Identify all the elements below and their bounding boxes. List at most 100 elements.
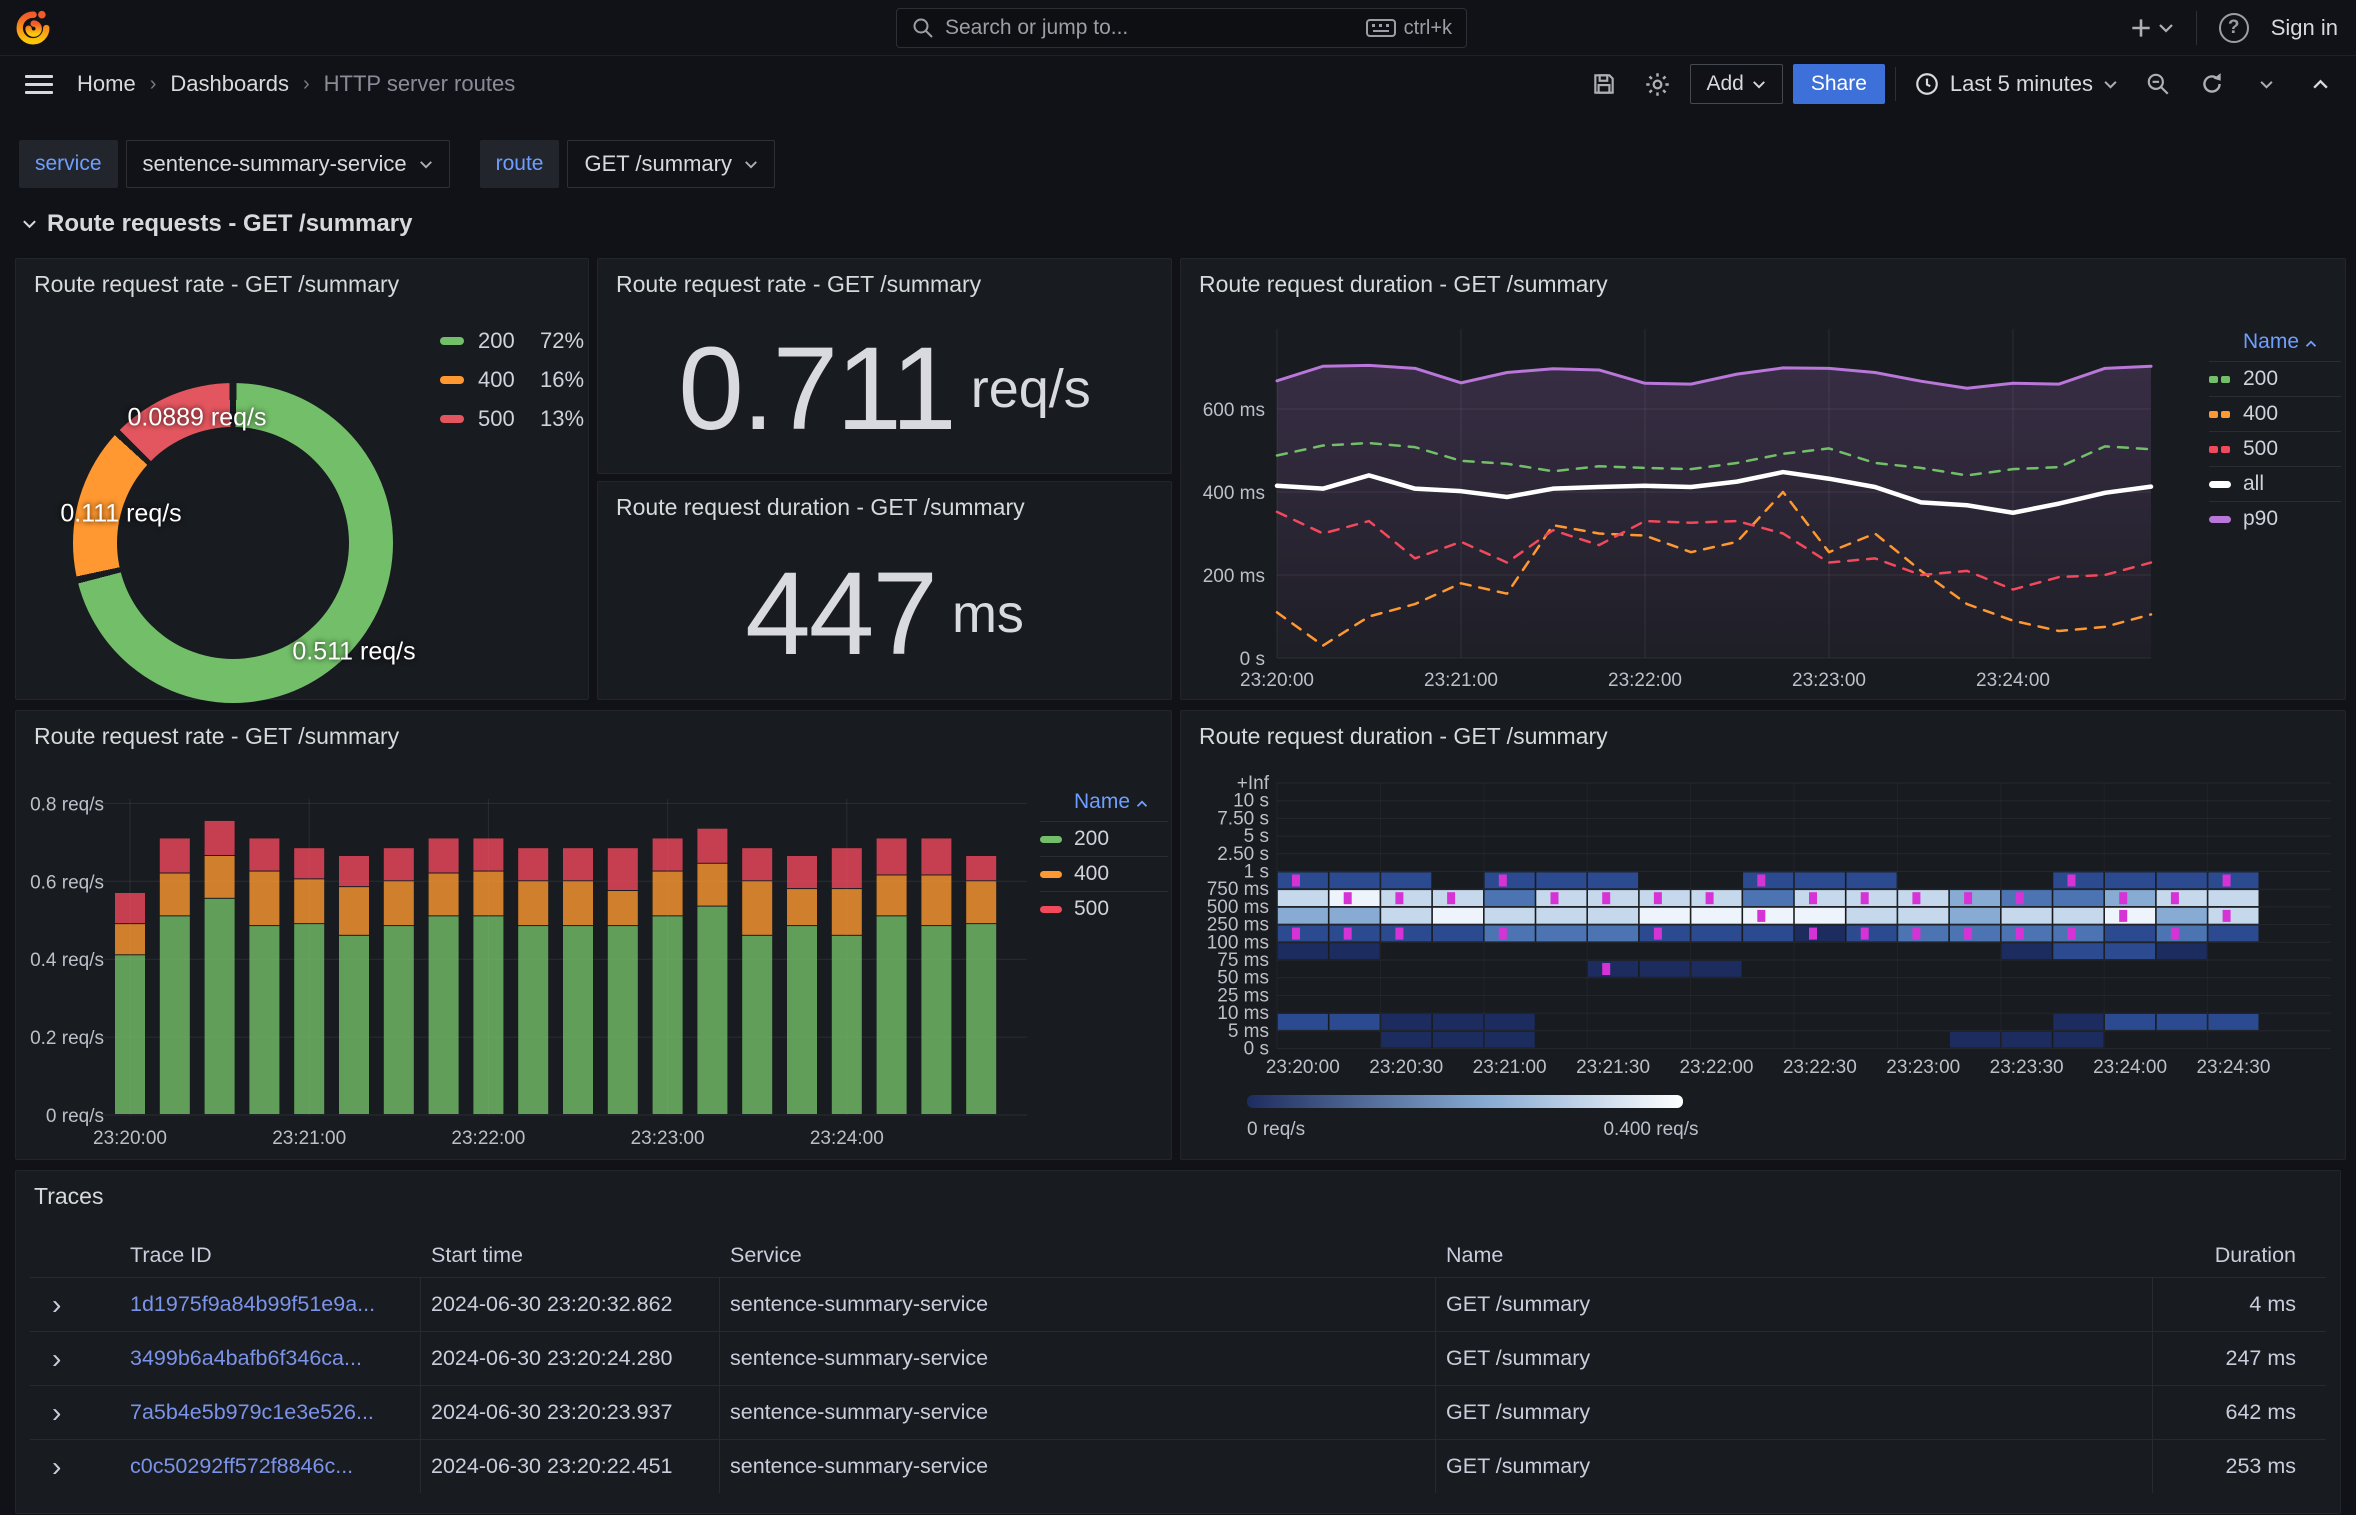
legend-item-400[interactable]: 400 bbox=[1040, 856, 1168, 891]
legend-item-all[interactable]: all bbox=[2209, 466, 2341, 501]
legend-color-icon bbox=[2209, 375, 2231, 383]
expand-row-icon[interactable]: › bbox=[30, 1440, 120, 1493]
breadcrumb-dashboards[interactable]: Dashboards bbox=[170, 71, 289, 97]
legend-item-500[interactable]: 500 13% bbox=[440, 399, 584, 438]
breadcrumb-separator: › bbox=[149, 72, 157, 95]
panel-title: Route request rate - GET /summary bbox=[34, 723, 400, 749]
svg-text:0.8 req/s: 0.8 req/s bbox=[30, 794, 104, 815]
trace-id-link[interactable]: 7a5b4e5b979c1e3e526... bbox=[130, 1400, 374, 1425]
legend-item-200[interactable]: 200 bbox=[1040, 821, 1168, 856]
sort-asc-icon bbox=[2305, 340, 2316, 347]
table-row: › c0c50292ff572f8846c... 2024-06-30 23:2… bbox=[30, 1439, 2326, 1493]
column-header-name[interactable]: Name bbox=[1436, 1233, 2153, 1277]
table-row: › 3499b6a4bafb6f346ca... 2024-06-30 23:2… bbox=[30, 1331, 2326, 1385]
variable-service-dropdown[interactable]: sentence-summary-service bbox=[125, 140, 450, 188]
panel-title: Route request duration - GET /summary bbox=[616, 494, 1025, 520]
variable-route-dropdown[interactable]: GET /summary bbox=[567, 140, 775, 188]
legend-sort-name[interactable]: Name bbox=[1040, 785, 1168, 821]
legend-color-icon bbox=[2209, 445, 2231, 453]
timeseries-plot: 0 s 200 ms 400 ms 600 ms 23:20:00 23:21:00 23:… bbox=[1203, 329, 2154, 691]
svg-text:23:21:30: 23:21:30 bbox=[1576, 1057, 1650, 1078]
help-icon[interactable]: ? bbox=[2218, 13, 2249, 43]
column-header-duration[interactable]: Duration bbox=[2153, 1233, 2326, 1277]
dashboard-toolbar: Home › Dashboards › HTTP server routes A… bbox=[0, 57, 2356, 111]
svg-text:0 s: 0 s bbox=[1240, 649, 1265, 670]
sign-in-button[interactable]: Sign in bbox=[2271, 15, 2338, 41]
collapse-toolbar-button[interactable] bbox=[2298, 64, 2342, 104]
svg-text:23:20:00: 23:20:00 bbox=[93, 1128, 167, 1149]
search-input[interactable]: Search or jump to... ctrl+k bbox=[896, 8, 1467, 48]
breadcrumb-home[interactable]: Home bbox=[77, 71, 136, 97]
legend-item-200[interactable]: 200 72% bbox=[440, 321, 584, 360]
panel-title: Traces bbox=[34, 1183, 104, 1209]
trace-id-link[interactable]: c0c50292ff572f8846c... bbox=[130, 1454, 353, 1479]
panel-request-rate-stat: Route request rate - GET /summary 0.711 … bbox=[597, 258, 1172, 474]
chevron-down-icon bbox=[1752, 80, 1765, 88]
search-placeholder: Search or jump to... bbox=[945, 16, 1129, 39]
zoom-out-button[interactable] bbox=[2136, 64, 2180, 104]
refresh-interval-dropdown[interactable] bbox=[2244, 64, 2288, 104]
column-header-start-time[interactable]: Start time bbox=[421, 1233, 720, 1277]
svg-text:400 ms: 400 ms bbox=[1203, 483, 1265, 504]
chevron-down-icon bbox=[745, 160, 757, 168]
svg-text:0.400 req/s: 0.400 req/s bbox=[1603, 1119, 1698, 1140]
donut-label-500: 0.0889 req/s bbox=[127, 403, 267, 432]
legend-sort-name[interactable]: Name bbox=[2209, 325, 2341, 361]
legend-item-200[interactable]: 200 bbox=[2209, 361, 2341, 396]
svg-text:23:24:30: 23:24:30 bbox=[2196, 1057, 2270, 1078]
dashboard-settings-button[interactable] bbox=[1636, 64, 1680, 104]
svg-text:23:20:00: 23:20:00 bbox=[1266, 1057, 1340, 1078]
trace-id-link[interactable]: 1d1975f9a84b99f51e9a... bbox=[130, 1292, 375, 1317]
panel-title: Route request duration - GET /summary bbox=[1199, 271, 1608, 297]
legend-color-icon bbox=[1040, 905, 1062, 913]
trace-id-link[interactable]: 3499b6a4bafb6f346ca... bbox=[130, 1346, 362, 1371]
chevron-down-icon bbox=[419, 160, 432, 168]
expand-row-icon[interactable]: › bbox=[30, 1386, 120, 1439]
traces-table: Trace ID Start time Service Name Duration › 1… bbox=[30, 1233, 2326, 1493]
breadcrumb-separator: › bbox=[303, 72, 310, 95]
legend-color-icon bbox=[440, 336, 464, 345]
column-header-service[interactable]: Service bbox=[720, 1233, 1436, 1277]
legend-color-icon bbox=[2209, 480, 2231, 488]
legend-item-500[interactable]: 500 bbox=[2209, 431, 2341, 466]
time-range-picker[interactable]: Last 5 minutes bbox=[1906, 64, 2126, 104]
grafana-logo-icon[interactable] bbox=[14, 8, 52, 48]
chevron-down-icon bbox=[2104, 80, 2117, 89]
table-header-row: Trace ID Start time Service Name Duration bbox=[30, 1233, 2326, 1277]
svg-text:23:23:00: 23:23:00 bbox=[631, 1128, 705, 1149]
expand-row-icon[interactable]: › bbox=[30, 1278, 120, 1331]
stat-unit: ms bbox=[951, 583, 1024, 644]
add-new-button[interactable] bbox=[2128, 15, 2174, 41]
legend-item-400[interactable]: 400 16% bbox=[440, 360, 584, 399]
variable-label-route: route bbox=[479, 140, 560, 188]
panel-duration-heatmap: Route request duration - GET /summary +I… bbox=[1180, 710, 2346, 1160]
refresh-button[interactable] bbox=[2190, 64, 2234, 104]
column-header-trace-id[interactable]: Trace ID bbox=[120, 1233, 421, 1277]
dashboard-row-toggle[interactable]: Route requests - GET /summary bbox=[22, 210, 412, 238]
save-dashboard-button[interactable] bbox=[1582, 64, 1626, 104]
legend-item-400[interactable]: 400 bbox=[2209, 396, 2341, 431]
refresh-icon bbox=[2203, 73, 2221, 93]
donut-hole bbox=[117, 427, 349, 659]
share-button[interactable]: Share bbox=[1792, 64, 1885, 104]
chevron-up-icon bbox=[2312, 79, 2328, 89]
svg-text:23:24:00: 23:24:00 bbox=[810, 1128, 884, 1149]
search-icon bbox=[913, 18, 933, 38]
svg-text:23:20:30: 23:20:30 bbox=[1369, 1057, 1443, 1078]
legend-item-p90[interactable]: p90 bbox=[2209, 501, 2341, 536]
expand-row-icon[interactable]: › bbox=[30, 1332, 120, 1385]
bar-chart-plot: 0 req/s 0.2 req/s 0.4 req/s 0.6 req/s 0.8 re… bbox=[30, 794, 1027, 1149]
add-panel-button[interactable]: Add bbox=[1689, 64, 1783, 104]
save-icon bbox=[1593, 74, 1614, 94]
legend-color-icon bbox=[2209, 410, 2231, 418]
panel-request-duration-stat: Route request duration - GET /summary 44… bbox=[597, 481, 1172, 700]
menu-toggle-icon[interactable] bbox=[25, 75, 53, 95]
divider bbox=[2195, 11, 2197, 45]
svg-text:23:23:30: 23:23:30 bbox=[1990, 1057, 2064, 1078]
panel-title: Route request rate - GET /summary bbox=[34, 271, 400, 297]
chevron-down-icon bbox=[2158, 24, 2173, 33]
panel-title: Route request duration - GET /summary bbox=[1199, 723, 1608, 749]
variable-label-service: service bbox=[19, 140, 118, 188]
svg-text:23:23:00: 23:23:00 bbox=[1886, 1057, 1960, 1078]
legend-item-500[interactable]: 500 bbox=[1040, 891, 1168, 926]
